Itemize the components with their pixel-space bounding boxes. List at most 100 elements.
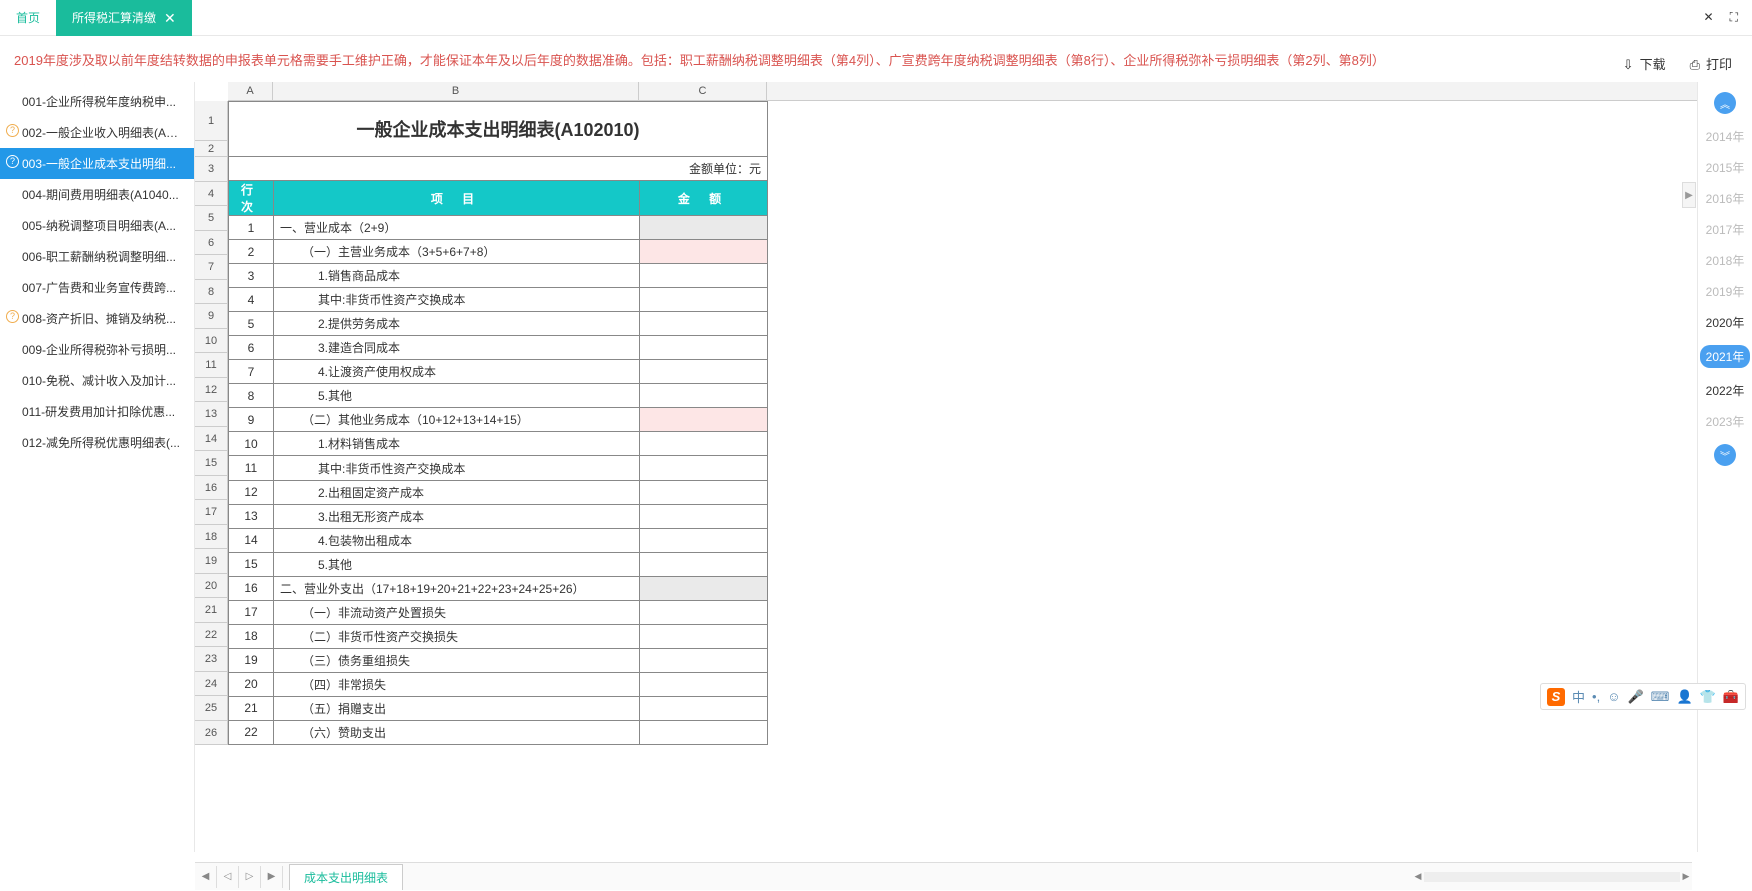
row-num[interactable]: 11 xyxy=(195,353,227,378)
cell-amount[interactable] xyxy=(640,552,768,576)
help-icon[interactable]: ? xyxy=(6,124,19,137)
print-button[interactable]: ⎙ 打印 xyxy=(1690,54,1732,76)
row-num[interactable]: 13 xyxy=(195,402,227,427)
sidebar-item-3[interactable]: 004-期间费用明细表(A1040... xyxy=(0,179,194,210)
cell-amount[interactable] xyxy=(640,360,768,384)
cell-amount[interactable] xyxy=(640,408,768,432)
window-expand-icon[interactable]: ⛶ xyxy=(1730,10,1738,25)
year-2016年[interactable]: 2016年 xyxy=(1706,190,1745,207)
year-2018年[interactable]: 2018年 xyxy=(1706,252,1745,269)
row-num[interactable]: 21 xyxy=(195,598,227,623)
cell-amount[interactable] xyxy=(640,240,768,264)
scroll-down-icon[interactable]: ︾ xyxy=(1714,444,1736,466)
ime-toolbox-icon[interactable]: 🧰 xyxy=(1723,689,1739,705)
nav-last-icon[interactable]: ▶ xyxy=(261,866,283,888)
cell-amount[interactable] xyxy=(640,432,768,456)
col-header-a[interactable]: A xyxy=(228,82,273,100)
year-2021年[interactable]: 2021年 xyxy=(1700,345,1751,368)
cell-amount[interactable] xyxy=(640,312,768,336)
year-2017年[interactable]: 2017年 xyxy=(1706,221,1745,238)
year-2015年[interactable]: 2015年 xyxy=(1706,159,1745,176)
cell-amount[interactable] xyxy=(640,696,768,720)
sidebar-item-5[interactable]: 006-职工薪酬纳税调整明细... xyxy=(0,241,194,272)
sidebar-item-0[interactable]: 001-企业所得税年度纳税申... xyxy=(0,86,194,117)
sidebar-item-4[interactable]: 005-纳税调整项目明细表(A... xyxy=(0,210,194,241)
sogou-logo-icon[interactable]: S xyxy=(1547,688,1565,706)
nav-first-icon[interactable]: ◀ xyxy=(195,866,217,888)
window-close-icon[interactable]: ✕ xyxy=(1704,10,1714,25)
tab-tax-settlement[interactable]: 所得税汇算清缴 ✕ xyxy=(56,0,192,36)
cell-amount[interactable] xyxy=(640,720,768,744)
ime-emoji-icon[interactable]: ☺ xyxy=(1607,689,1620,704)
row-num[interactable]: 12 xyxy=(195,378,227,403)
ime-punct-icon[interactable]: •, xyxy=(1592,689,1600,704)
nav-prev-icon[interactable]: ◁ xyxy=(217,866,239,888)
ime-keyboard-icon[interactable]: ⌨ xyxy=(1651,689,1670,705)
row-num[interactable]: 3 xyxy=(195,157,227,182)
row-num[interactable]: 7 xyxy=(195,255,227,280)
cell-amount[interactable] xyxy=(640,624,768,648)
row-num[interactable]: 18 xyxy=(195,525,227,550)
row-num[interactable]: 15 xyxy=(195,451,227,476)
sidebar-item-6[interactable]: 007-广告费和业务宣传费跨... xyxy=(0,272,194,303)
sidebar-item-2[interactable]: ?003-一般企业成本支出明细... xyxy=(0,148,194,179)
scroll-left-icon[interactable]: ◀ xyxy=(1412,871,1424,882)
cell-amount[interactable] xyxy=(640,288,768,312)
row-num[interactable]: 14 xyxy=(195,427,227,452)
row-num[interactable]: 26 xyxy=(195,721,227,746)
row-num[interactable]: 17 xyxy=(195,500,227,525)
sidebar-item-1[interactable]: ?002-一般企业收入明细表(A10... xyxy=(0,117,194,148)
year-2020年[interactable]: 2020年 xyxy=(1706,314,1745,331)
scroll-right-icon[interactable]: ▶ xyxy=(1680,871,1692,882)
row-num[interactable]: 5 xyxy=(195,206,227,231)
nav-next-icon[interactable]: ▷ xyxy=(239,866,261,888)
horizontal-scrollbar[interactable]: ◀ ▶ xyxy=(1412,870,1692,884)
expand-chevron-icon[interactable]: ▶ xyxy=(1682,182,1696,208)
cell-amount[interactable] xyxy=(640,600,768,624)
cell-amount[interactable] xyxy=(640,456,768,480)
cell-amount[interactable] xyxy=(640,480,768,504)
sheet-tab-active[interactable]: 成本支出明细表 xyxy=(289,864,403,890)
cell-amount[interactable] xyxy=(640,264,768,288)
ime-lang[interactable]: 中 xyxy=(1572,687,1585,706)
row-num[interactable]: 19 xyxy=(195,549,227,574)
row-num[interactable]: 22 xyxy=(195,623,227,648)
cell-amount[interactable] xyxy=(640,528,768,552)
row-num[interactable]: 16 xyxy=(195,476,227,501)
cell-amount[interactable] xyxy=(640,216,768,240)
cell-amount[interactable] xyxy=(640,672,768,696)
ime-toolbar[interactable]: S 中 •, ☺ 🎤 ⌨ 👤 👕 🧰 xyxy=(1540,683,1746,710)
cell-amount[interactable] xyxy=(640,384,768,408)
scroll-up-icon[interactable]: ︽ xyxy=(1714,92,1736,114)
row-num[interactable]: 4 xyxy=(195,182,227,207)
scroll-track[interactable] xyxy=(1424,872,1680,882)
row-num[interactable]: 23 xyxy=(195,647,227,672)
tab-home[interactable]: 首页 xyxy=(0,0,56,36)
year-2023年[interactable]: 2023年 xyxy=(1706,413,1745,430)
row-num[interactable]: 20 xyxy=(195,574,227,599)
sidebar-item-7[interactable]: ?008-资产折旧、摊销及纳税... xyxy=(0,303,194,334)
row-num[interactable]: 6 xyxy=(195,231,227,256)
row-num[interactable]: 8 xyxy=(195,280,227,305)
help-icon[interactable]: ? xyxy=(6,155,19,168)
sidebar-item-11[interactable]: 012-减免所得税优惠明细表(... xyxy=(0,427,194,458)
row-num[interactable]: 24 xyxy=(195,672,227,697)
ime-user-icon[interactable]: 👤 xyxy=(1676,689,1692,705)
sidebar-item-8[interactable]: 009-企业所得税弥补亏损明... xyxy=(0,334,194,365)
col-header-c[interactable]: C xyxy=(639,82,767,100)
sidebar-item-10[interactable]: 011-研发费用加计扣除优惠... xyxy=(0,396,194,427)
ime-skin-icon[interactable]: 👕 xyxy=(1700,689,1716,705)
cell-amount[interactable] xyxy=(640,648,768,672)
sidebar-item-9[interactable]: 010-免税、减计收入及加计... xyxy=(0,365,194,396)
cell-amount[interactable] xyxy=(640,336,768,360)
year-2022年[interactable]: 2022年 xyxy=(1706,382,1745,399)
row-num[interactable]: 9 xyxy=(195,304,227,329)
cell-amount[interactable] xyxy=(640,504,768,528)
ime-mic-icon[interactable]: 🎤 xyxy=(1627,689,1643,705)
year-2014年[interactable]: 2014年 xyxy=(1706,128,1745,145)
col-header-b[interactable]: B xyxy=(273,82,639,100)
row-num[interactable]: 2 xyxy=(195,141,227,157)
cell-amount[interactable] xyxy=(640,576,768,600)
download-button[interactable]: ⇩ 下载 xyxy=(1623,54,1666,76)
help-icon[interactable]: ? xyxy=(6,310,19,323)
